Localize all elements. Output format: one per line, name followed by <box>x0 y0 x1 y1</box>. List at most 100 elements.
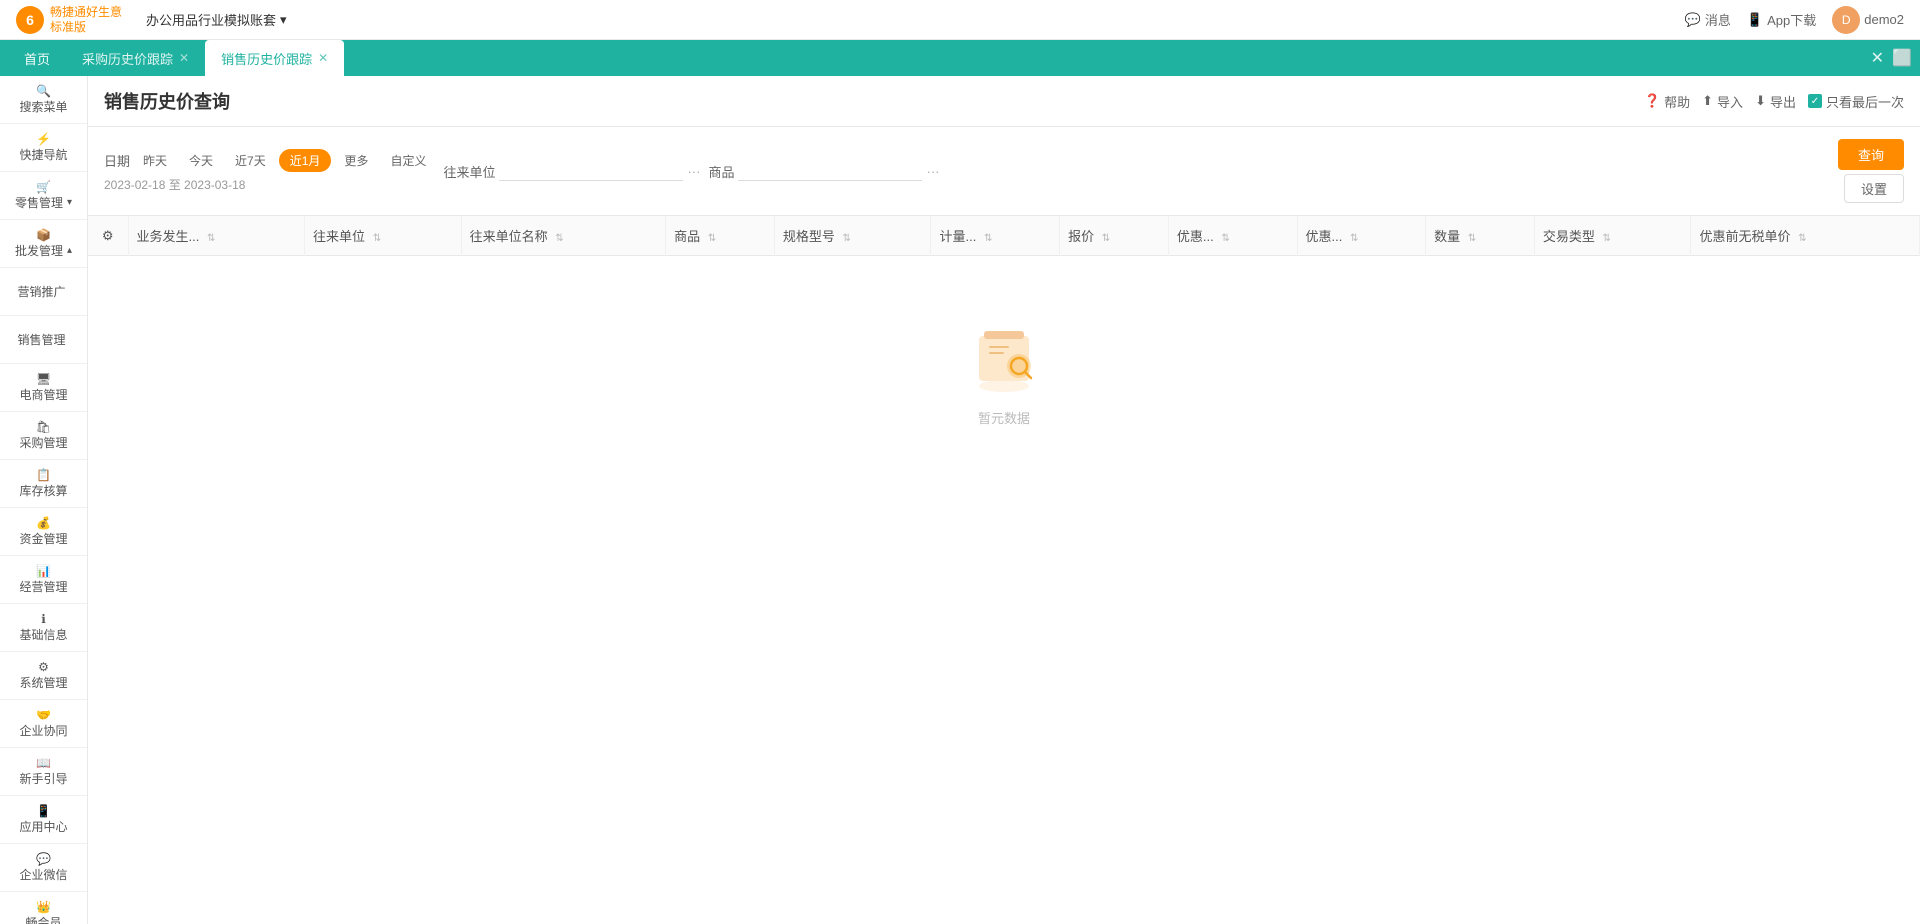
unit-filter: 往来单位 ··· <box>443 161 700 181</box>
export-button[interactable]: ⬇ 导出 <box>1755 92 1796 111</box>
user-avatar[interactable]: D demo2 <box>1832 6 1904 34</box>
nav-icon: ⚡ <box>36 132 51 146</box>
sort-icon-qty: ⇅ <box>1468 233 1476 244</box>
query-button[interactable]: 查询 <box>1838 139 1904 170</box>
wechat-icon: 💬 <box>36 852 51 866</box>
sidebar-item-retail[interactable]: 🛒 零售管理 ▾ <box>0 172 87 220</box>
sidebar-item-wholesale[interactable]: 📦 批发管理 ▴ <box>0 220 87 268</box>
sort-icon-unit-name: ⇅ <box>555 233 563 244</box>
tab-purchase-history[interactable]: 采购历史价跟踪 ✕ <box>66 40 205 76</box>
tab-close-all-button[interactable]: ✕ <box>1871 48 1884 68</box>
sidebar-item-apps[interactable]: 📱 应用中心 <box>0 796 87 844</box>
empty-state: 暂元数据 <box>88 256 1920 487</box>
tab-close-sales[interactable]: ✕ <box>318 51 328 65</box>
retail-icon: 🛒 <box>36 180 51 194</box>
table-header-row: ⚙ 业务发生... ⇅ 往来单位 ⇅ 往来单位名称 ⇅ <box>88 216 1920 256</box>
page-title-row: 销售历史价查询 ❓ 帮助 ⬆ 导入 ⬇ 导出 ✓ <box>104 88 1904 114</box>
th-unit-measure[interactable]: 计量... ⇅ <box>931 216 1060 256</box>
sidebar-item-finance[interactable]: 💰 资金管理 <box>0 508 87 556</box>
import-button[interactable]: ⬆ 导入 <box>1702 92 1743 111</box>
unit-label: 往来单位 <box>443 162 495 181</box>
guide-icon: 📖 <box>36 756 51 770</box>
date-btn-7days[interactable]: 近7天 <box>226 149 275 172</box>
sidebar-item-inventory[interactable]: 📋 库存核算 <box>0 460 87 508</box>
th-unit-name[interactable]: 往来单位名称 ⇅ <box>461 216 665 256</box>
sort-icon-unit-code: ⇅ <box>373 233 381 244</box>
date-btn-1month[interactable]: 近1月 <box>279 149 332 172</box>
th-discount1[interactable]: 优惠... ⇅ <box>1168 216 1297 256</box>
view-only-toggle[interactable]: ✓ 只看最后一次 <box>1808 92 1904 111</box>
top-header: 6 畅捷通好生意 标准版 办公用品行业模拟账套 ▾ 💬 消息 📱 App下载 D… <box>0 0 1920 40</box>
header-right: 💬 消息 📱 App下载 D demo2 <box>1685 6 1904 34</box>
sort-icon-discount1: ⇅ <box>1221 233 1229 244</box>
sort-icon-unit-measure: ⇅ <box>984 233 992 244</box>
app-download-button[interactable]: 📱 App下载 <box>1747 10 1816 29</box>
gear-icon[interactable]: ⚙ <box>102 228 114 243</box>
sidebar-item-search[interactable]: 🔍 搜索菜单 <box>0 76 87 124</box>
empty-icon <box>964 316 1044 396</box>
collab-icon: 🤝 <box>36 708 51 722</box>
tab-home[interactable]: 首页 <box>8 40 66 76</box>
product-input[interactable] <box>738 161 922 181</box>
th-spec[interactable]: 规格型号 ⇅ <box>774 216 931 256</box>
sidebar-item-nav[interactable]: ⚡ 快捷导航 <box>0 124 87 172</box>
ecommerce-icon: 🖥 <box>36 372 51 386</box>
finance-icon: 💰 <box>36 516 51 530</box>
date-btn-custom[interactable]: 自定义 <box>381 149 435 172</box>
export-icon: ⬇ <box>1755 93 1766 109</box>
th-pretax-price[interactable]: 优惠前无税单价 ⇅ <box>1691 216 1920 256</box>
sort-icon-trade-type: ⇅ <box>1603 233 1611 244</box>
date-label: 日期 <box>104 151 130 170</box>
help-button[interactable]: ❓ 帮助 <box>1644 92 1690 111</box>
filter-row: 日期 昨天 今天 近7天 近1月 更多 自定义 2023-02-18 至 202… <box>104 149 1822 193</box>
tab-close-purchase[interactable]: ✕ <box>179 51 189 65</box>
purchase-icon: 🛍 <box>36 420 51 434</box>
th-quote[interactable]: 报价 ⇅ <box>1060 216 1169 256</box>
unit-input[interactable] <box>499 161 683 181</box>
th-discount2[interactable]: 优惠... ⇅ <box>1297 216 1426 256</box>
logo-icon: 6 <box>16 6 44 34</box>
date-btn-yesterday[interactable]: 昨天 <box>134 149 176 172</box>
sidebar-item-system[interactable]: ⚙ 系统管理 <box>0 652 87 700</box>
th-biz-date[interactable]: 业务发生... ⇅ <box>128 216 305 256</box>
operation-icon: 📊 <box>36 564 51 578</box>
settings-button[interactable]: 设置 <box>1844 174 1904 203</box>
inventory-icon: 📋 <box>36 468 51 482</box>
th-qty[interactable]: 数量 ⇅ <box>1426 216 1535 256</box>
th-unit-code[interactable]: 往来单位 ⇅ <box>305 216 462 256</box>
tab-maximize-button[interactable]: ⬜ <box>1892 48 1912 68</box>
sidebar-item-sales[interactable]: 销售管理 <box>0 316 87 364</box>
sidebar-item-purchase[interactable]: 🛍 采购管理 <box>0 412 87 460</box>
sidebar-item-operation[interactable]: 📊 经营管理 <box>0 556 87 604</box>
sidebar-item-collab[interactable]: 🤝 企业协同 <box>0 700 87 748</box>
sidebar-item-member[interactable]: 👑 畅会员 <box>0 892 87 924</box>
sidebar-item-basicinfo[interactable]: ℹ 基础信息 <box>0 604 87 652</box>
th-product[interactable]: 商品 ⇅ <box>666 216 775 256</box>
import-icon: ⬆ <box>1702 93 1713 109</box>
main-layout: 🔍 搜索菜单 ⚡ 快捷导航 🛒 零售管理 ▾ 📦 批发管理 ▴ 营销推广 销售管… <box>0 76 1920 924</box>
avatar: D <box>1832 6 1860 34</box>
data-table: ⚙ 业务发生... ⇅ 往来单位 ⇅ 往来单位名称 ⇅ <box>88 216 1920 256</box>
unit-picker-button[interactable]: ··· <box>687 164 700 179</box>
sidebar-item-marketing[interactable]: 营销推广 <box>0 268 87 316</box>
product-label: 商品 <box>708 162 734 181</box>
tab-sales-history[interactable]: 销售历史价跟踪 ✕ <box>205 40 344 76</box>
product-picker-button[interactable]: ··· <box>926 164 939 179</box>
filter-actions: 查询 设置 <box>1838 139 1904 203</box>
date-btn-today[interactable]: 今天 <box>180 149 222 172</box>
apps-icon: 📱 <box>36 804 51 818</box>
sort-icon-discount2: ⇅ <box>1350 233 1358 244</box>
sidebar-item-ecommerce[interactable]: 🖥 电商管理 <box>0 364 87 412</box>
sidebar-item-guide[interactable]: 📖 新手引导 <box>0 748 87 796</box>
sort-icon-spec: ⇅ <box>843 233 851 244</box>
th-trade-type[interactable]: 交易类型 ⇅ <box>1534 216 1691 256</box>
sidebar-item-wechat[interactable]: 💬 企业微信 <box>0 844 87 892</box>
sort-icon-quote: ⇅ <box>1102 233 1110 244</box>
system-icon: ⚙ <box>38 660 49 674</box>
message-button[interactable]: 💬 消息 <box>1685 10 1731 29</box>
date-btn-more[interactable]: 更多 <box>335 149 377 172</box>
workspace-selector[interactable]: 办公用品行业模拟账套 ▾ <box>146 10 287 29</box>
sort-icon-biz-date: ⇅ <box>207 233 215 244</box>
th-settings[interactable]: ⚙ <box>88 216 128 256</box>
page-title: 销售历史价查询 <box>104 88 230 114</box>
